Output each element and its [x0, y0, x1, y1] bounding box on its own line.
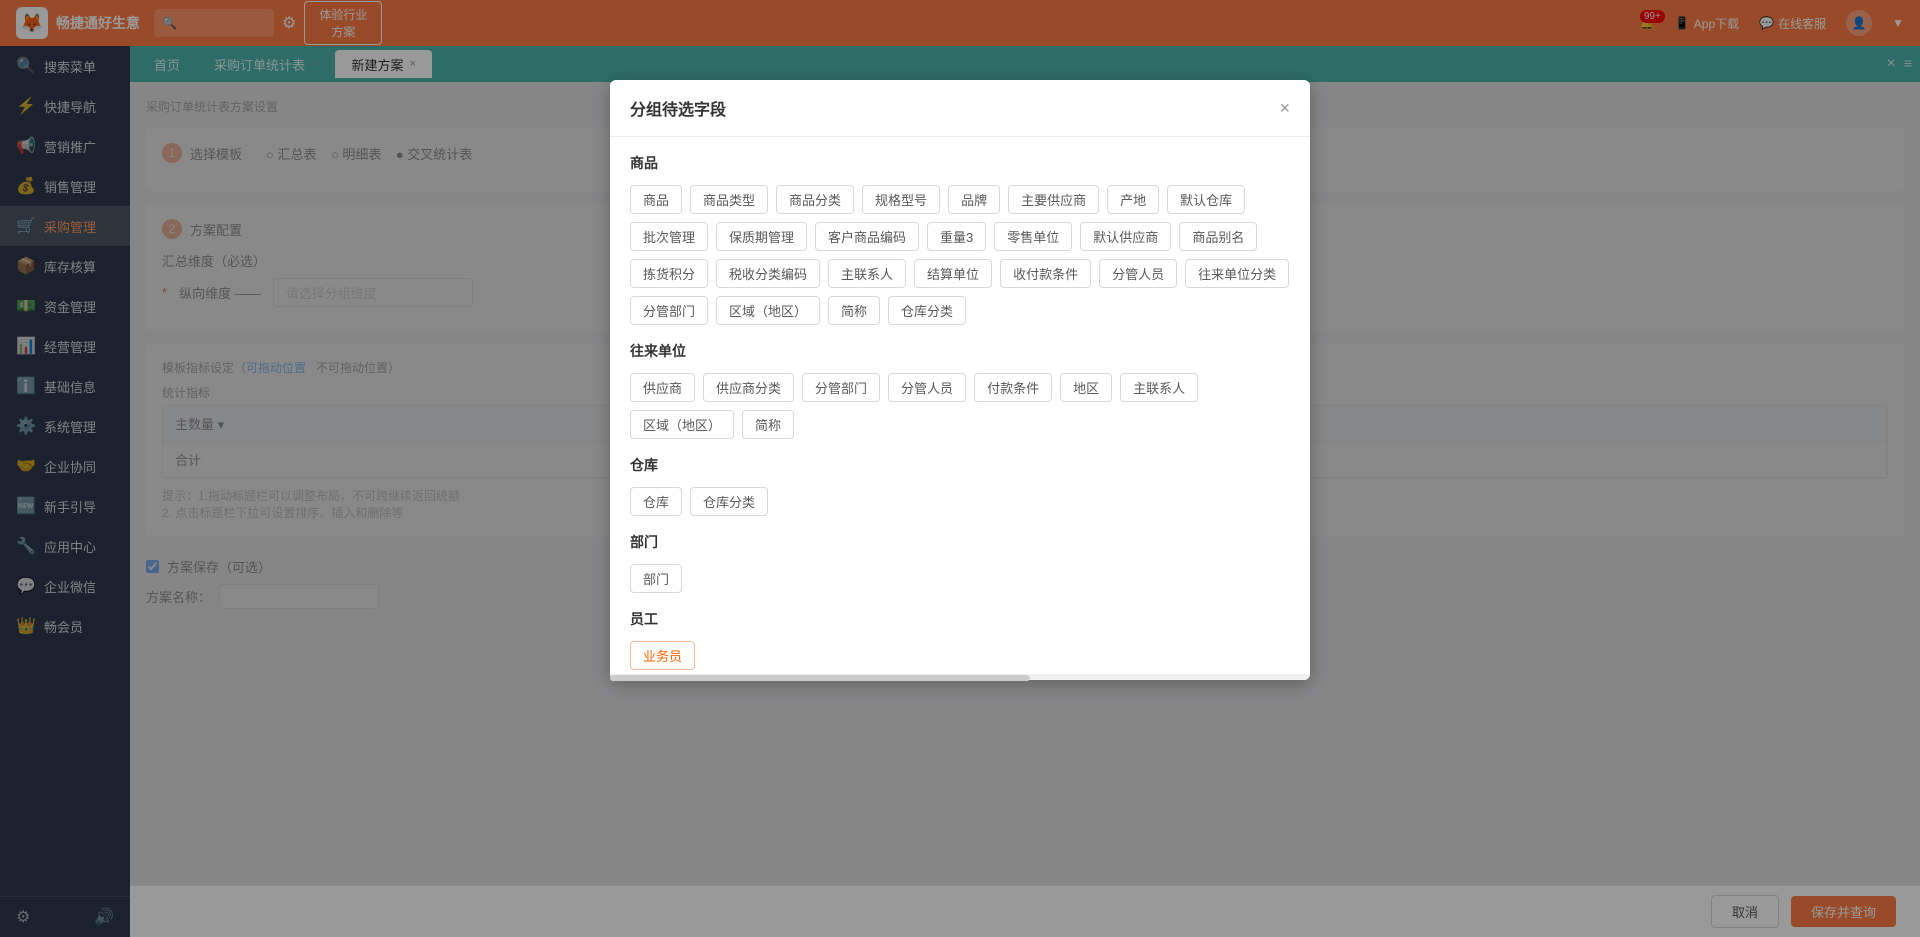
section-employee: 员工 业务员: [630, 609, 1290, 670]
modal-close-icon[interactable]: ×: [1279, 99, 1290, 117]
field-brand[interactable]: 品牌: [948, 185, 1000, 214]
field-supplier-category[interactable]: 供应商分类: [703, 373, 794, 402]
field-product-category[interactable]: 商品分类: [776, 185, 854, 214]
field-warehouse-cat[interactable]: 仓库分类: [690, 487, 768, 516]
field-pick-points[interactable]: 拣货积分: [630, 259, 708, 288]
field-area[interactable]: 地区: [1060, 373, 1112, 402]
modal-title: 分组待选字段: [630, 96, 726, 120]
modal: 分组待选字段 × 商品 商品 商品类型 商品分类 规格型号 品牌 主要供应商 产…: [610, 80, 1310, 680]
section-dept: 部门 部门: [630, 532, 1290, 593]
field-department[interactable]: 部门: [630, 564, 682, 593]
employee-fields: 业务员: [630, 641, 1290, 670]
section-warehouse-title: 仓库: [630, 455, 1290, 475]
dept-fields: 部门: [630, 564, 1290, 593]
field-dept[interactable]: 分管部门: [630, 296, 708, 325]
partner-fields: 供应商 供应商分类 分管部门 分管人员 付款条件 地区 主联系人 区域（地区） …: [630, 373, 1290, 439]
field-short-name[interactable]: 简称: [828, 296, 880, 325]
section-warehouse: 仓库 仓库 仓库分类: [630, 455, 1290, 516]
modal-header: 分组待选字段 ×: [610, 80, 1310, 137]
modal-overlay: 分组待选字段 × 商品 商品 商品类型 商品分类 规格型号 品牌 主要供应商 产…: [0, 0, 1920, 937]
field-customer-code[interactable]: 客户商品编码: [815, 222, 919, 251]
field-main-contact[interactable]: 主联系人: [828, 259, 906, 288]
field-weight3[interactable]: 重量3: [927, 222, 986, 251]
field-salesperson[interactable]: 业务员: [630, 641, 695, 670]
field-product-alias[interactable]: 商品别名: [1179, 222, 1257, 251]
section-employee-title: 员工: [630, 609, 1290, 629]
field-payment-terms[interactable]: 收付款条件: [1000, 259, 1091, 288]
field-product-type[interactable]: 商品类型: [690, 185, 768, 214]
field-settle-unit[interactable]: 结算单位: [914, 259, 992, 288]
field-spec-model[interactable]: 规格型号: [862, 185, 940, 214]
section-product-title: 商品: [630, 153, 1290, 173]
field-warehouse[interactable]: 仓库: [630, 487, 682, 516]
field-region[interactable]: 区域（地区）: [716, 296, 820, 325]
field-manage-dept[interactable]: 分管部门: [802, 373, 880, 402]
field-manage-person[interactable]: 分管人员: [888, 373, 966, 402]
modal-body[interactable]: 商品 商品 商品类型 商品分类 规格型号 品牌 主要供应商 产地 默认仓库 批次…: [610, 137, 1310, 674]
field-default-warehouse[interactable]: 默认仓库: [1167, 185, 1245, 214]
product-fields: 商品 商品类型 商品分类 规格型号 品牌 主要供应商 产地 默认仓库 批次管理 …: [630, 185, 1290, 325]
field-main-contact2[interactable]: 主联系人: [1120, 373, 1198, 402]
field-product[interactable]: 商品: [630, 185, 682, 214]
section-dept-title: 部门: [630, 532, 1290, 552]
section-partner-title: 往来单位: [630, 341, 1290, 361]
field-quality-manage[interactable]: 保质期管理: [716, 222, 807, 251]
field-short-name2[interactable]: 简称: [742, 410, 794, 439]
section-product: 商品 商品 商品类型 商品分类 规格型号 品牌 主要供应商 产地 默认仓库 批次…: [630, 153, 1290, 325]
field-default-supplier[interactable]: 默认供应商: [1080, 222, 1171, 251]
warehouse-fields: 仓库 仓库分类: [630, 487, 1290, 516]
field-warehouse-category[interactable]: 仓库分类: [888, 296, 966, 325]
field-main-supplier[interactable]: 主要供应商: [1008, 185, 1099, 214]
field-supervisor[interactable]: 分管人员: [1099, 259, 1177, 288]
field-origin[interactable]: 产地: [1107, 185, 1159, 214]
section-partner: 往来单位 供应商 供应商分类 分管部门 分管人员 付款条件 地区 主联系人 区域…: [630, 341, 1290, 439]
field-batch-manage[interactable]: 批次管理: [630, 222, 708, 251]
modal-horizontal-scrollbar[interactable]: [610, 674, 1310, 680]
field-supplier[interactable]: 供应商: [630, 373, 695, 402]
field-region2[interactable]: 区域（地区）: [630, 410, 734, 439]
h-scroll-thumb: [610, 675, 1030, 681]
field-pay-terms[interactable]: 付款条件: [974, 373, 1052, 402]
field-retail-unit[interactable]: 零售单位: [994, 222, 1072, 251]
field-partner-category[interactable]: 往来单位分类: [1185, 259, 1289, 288]
field-tax-code[interactable]: 税收分类编码: [716, 259, 820, 288]
